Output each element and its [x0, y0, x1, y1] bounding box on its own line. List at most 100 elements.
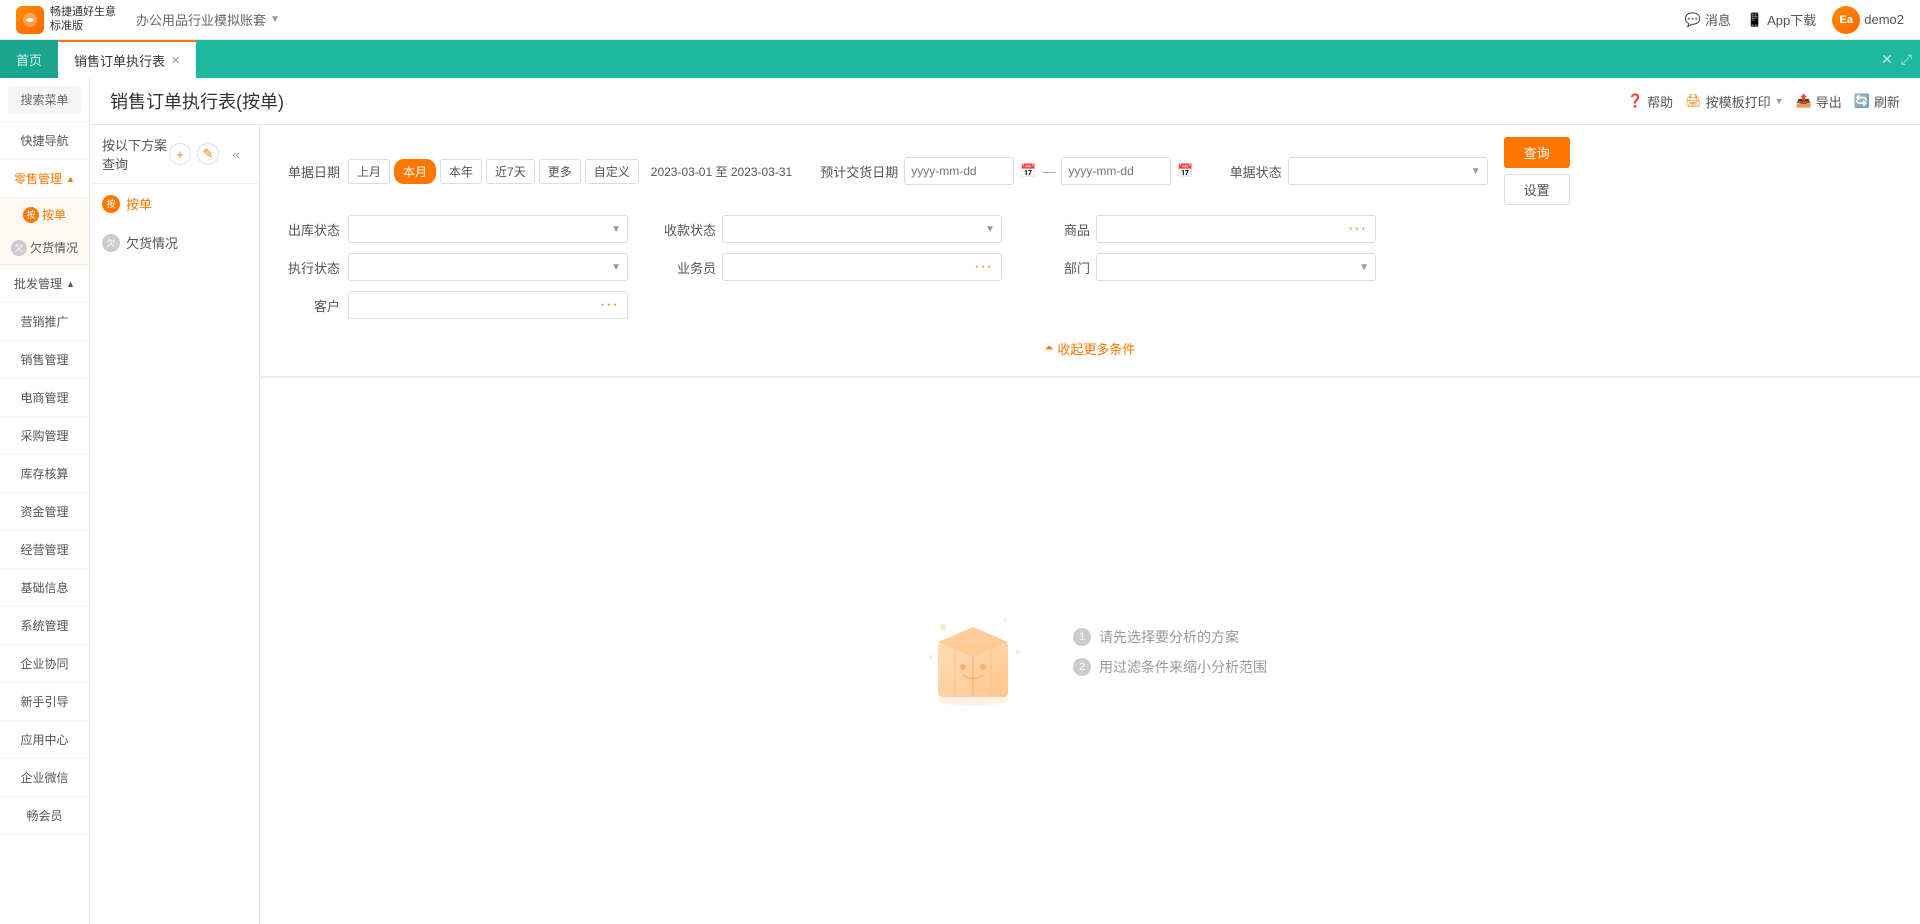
shipment-status-label: 出库状态 [280, 220, 340, 239]
filter-and-query: 单据日期 上月 本月 本年 近7天 更多 自定义 2023-03-01 至 20… [260, 125, 1920, 924]
search-menu-btn[interactable]: 搜索菜单 [8, 86, 81, 113]
filter-row-2: 出库状态 ▼ 收款状态 ▼ 商 [280, 215, 1900, 243]
date-btn-custom[interactable]: 自定义 [585, 159, 639, 184]
date-btn-this-year[interactable]: 本年 [440, 159, 482, 184]
date-btn-prev-month[interactable]: 上月 [348, 159, 390, 184]
exec-status-select[interactable]: ▼ [348, 253, 628, 281]
settings-button[interactable]: 设置 [1504, 174, 1570, 205]
sidebar-item-marketing[interactable]: 营销推广 [0, 303, 89, 341]
sidebar-item-system[interactable]: 系统管理 [0, 607, 89, 645]
sidebar-item-retail[interactable]: 零售管理 ▲ [0, 160, 89, 198]
plan-icon-order: 按 [102, 195, 120, 213]
customer-label: 客户 [280, 296, 340, 315]
sidebar-item-newcomer[interactable]: 新手引导 [0, 683, 89, 721]
collapse-conditions-btn[interactable]: ⏶ 收起更多条件 [1045, 333, 1136, 364]
sidebar-item-finance[interactable]: 资金管理 [0, 493, 89, 531]
inventory-label: 库存核算 [20, 465, 68, 482]
query-button[interactable]: 查询 [1504, 137, 1570, 168]
print-btn[interactable]: 🖨 按模板打印 ▼ [1685, 92, 1783, 111]
empty-tip-1: 1 请先选择要分析的方案 [1073, 627, 1267, 647]
sales-exec-tab-label: 销售订单执行表 [74, 51, 165, 70]
user-profile[interactable]: Ea demo2 [1832, 6, 1904, 34]
filter-section: 单据日期 上月 本月 本年 近7天 更多 自定义 2023-03-01 至 20… [260, 125, 1920, 377]
department-select[interactable]: ▼ [1096, 253, 1376, 281]
plan-item-arrears[interactable]: 欠 欠货情况 [90, 223, 259, 262]
logo-icon [16, 6, 44, 34]
plan-item-order[interactable]: 按 按单 [90, 184, 259, 223]
header-right: 💬 消息 📱 App下载 Ea demo2 [1685, 6, 1904, 34]
sidebar-item-vip[interactable]: 畅会员 [0, 797, 89, 835]
left-filter-panel: 按以下方案查询 + ✎ « 按 按单 [90, 125, 260, 924]
sidebar-item-wholesale[interactable]: 批发管理 ▲ [0, 265, 89, 303]
collapse-panel-btn[interactable]: « [225, 143, 247, 165]
empty-tips: 1 请先选择要分析的方案 2 用过滤条件来缩小分析范围 [1073, 627, 1267, 677]
calendar-from-icon[interactable]: 📅 [1020, 163, 1036, 179]
sub-item-icon-欠货: 欠 [11, 240, 27, 256]
date-btn-7days[interactable]: 近7天 [486, 159, 535, 184]
date-separator: — [1042, 164, 1055, 179]
edit-plan-btn[interactable]: ✎ [197, 143, 219, 165]
add-plan-btn[interactable]: + [169, 143, 191, 165]
sidebar-item-operation[interactable]: 经营管理 [0, 531, 89, 569]
message-btn[interactable]: 💬 消息 [1685, 10, 1731, 29]
date-range-display: 2023-03-01 至 2023-03-31 [651, 163, 792, 180]
customer-dots[interactable]: ··· [600, 296, 619, 314]
sales-mgmt-label: 销售管理 [20, 351, 68, 368]
date-btn-this-month[interactable]: 本月 [394, 159, 436, 184]
plan-label-arrears: 欠货情况 [126, 233, 178, 252]
sidebar-item-sales-mgmt[interactable]: 销售管理 [0, 341, 89, 379]
sidebar-sub-item-按单[interactable]: 按 按单 [0, 198, 89, 231]
tab-sales-exec[interactable]: 销售订单执行表 ✕ [58, 40, 196, 78]
breadcrumb[interactable]: 办公用品行业模拟账套 ▼ [136, 10, 280, 29]
expected-date-to[interactable] [1061, 157, 1171, 185]
refresh-btn[interactable]: 🔄 刷新 [1854, 92, 1900, 111]
goods-label: 商品 [1030, 220, 1090, 239]
content-area: 销售订单执行表(按单) ❓ 帮助 🖨 按模板打印 ▼ 📤 导出 🔄 刷新 [90, 78, 1920, 924]
expand-window-icon[interactable]: ⤢ [1901, 51, 1912, 68]
payment-status-select[interactable]: ▼ [722, 215, 1002, 243]
tab-home[interactable]: 首页 [0, 40, 58, 78]
sidebar-item-purchase[interactable]: 采购管理 [0, 417, 89, 455]
close-window-icon[interactable]: ✕ [1881, 51, 1893, 68]
basic-label: 基础信息 [20, 579, 68, 596]
print-icon: 🖨 [1685, 93, 1702, 109]
doc-status-select[interactable]: ▼ [1288, 157, 1488, 185]
retail-arrow: ▲ [66, 174, 75, 184]
payment-status-label: 收款状态 [656, 220, 716, 239]
shipment-status-select[interactable]: ▼ [348, 215, 628, 243]
salesperson-dots[interactable]: ··· [974, 258, 993, 276]
export-icon: 📤 [1796, 93, 1812, 109]
sidebar-item-enterprise-wechat[interactable]: 企业微信 [0, 759, 89, 797]
content-with-left: 按以下方案查询 + ✎ « 按 按单 [90, 125, 1920, 924]
sub-item-label-按单: 按单 [42, 206, 66, 223]
sidebar-item-basic[interactable]: 基础信息 [0, 569, 89, 607]
page-title: 销售订单执行表(按单) [110, 88, 284, 114]
sidebar-item-app-center[interactable]: 应用中心 [0, 721, 89, 759]
export-btn[interactable]: 📤 导出 [1796, 92, 1842, 111]
user-avatar: Ea [1832, 6, 1860, 34]
enterprise-wechat-label: 企业微信 [20, 769, 68, 786]
customer-input-area[interactable]: ··· [348, 291, 628, 319]
sidebar-item-ecommerce[interactable]: 电商管理 [0, 379, 89, 417]
header-left: 畅捷通好生意 标准版 办公用品行业模拟账套 ▼ [16, 6, 280, 34]
sub-item-icon-按单: 按 [23, 207, 39, 223]
sidebar-item-quick-nav[interactable]: 快捷导航 [0, 122, 89, 160]
goods-input-area[interactable]: ··· [1096, 215, 1376, 243]
tab-close-icon[interactable]: ✕ [171, 54, 180, 67]
calendar-to-icon[interactable]: 📅 [1177, 163, 1193, 179]
sidebar-item-enterprise[interactable]: 企业协同 [0, 645, 89, 683]
tip-num-1: 1 [1073, 628, 1091, 646]
exec-chevron: ▼ [611, 262, 621, 273]
expected-date-from[interactable] [904, 157, 1014, 185]
salesperson-input-area[interactable]: ··· [722, 253, 1002, 281]
enterprise-label: 企业协同 [20, 655, 68, 672]
sidebar-sub-item-欠货[interactable]: 欠 欠货情况 [0, 231, 89, 264]
department-label: 部门 [1030, 258, 1090, 277]
sidebar-item-inventory[interactable]: 库存核算 [0, 455, 89, 493]
help-btn[interactable]: ❓ 帮助 [1627, 92, 1673, 111]
date-btn-more[interactable]: 更多 [539, 159, 581, 184]
goods-dots[interactable]: ··· [1348, 220, 1367, 238]
app-download-btn[interactable]: 📱 App下载 [1747, 10, 1816, 29]
logo-area: 畅捷通好生意 标准版 [16, 6, 116, 34]
page-actions: ❓ 帮助 🖨 按模板打印 ▼ 📤 导出 🔄 刷新 [1627, 92, 1900, 111]
